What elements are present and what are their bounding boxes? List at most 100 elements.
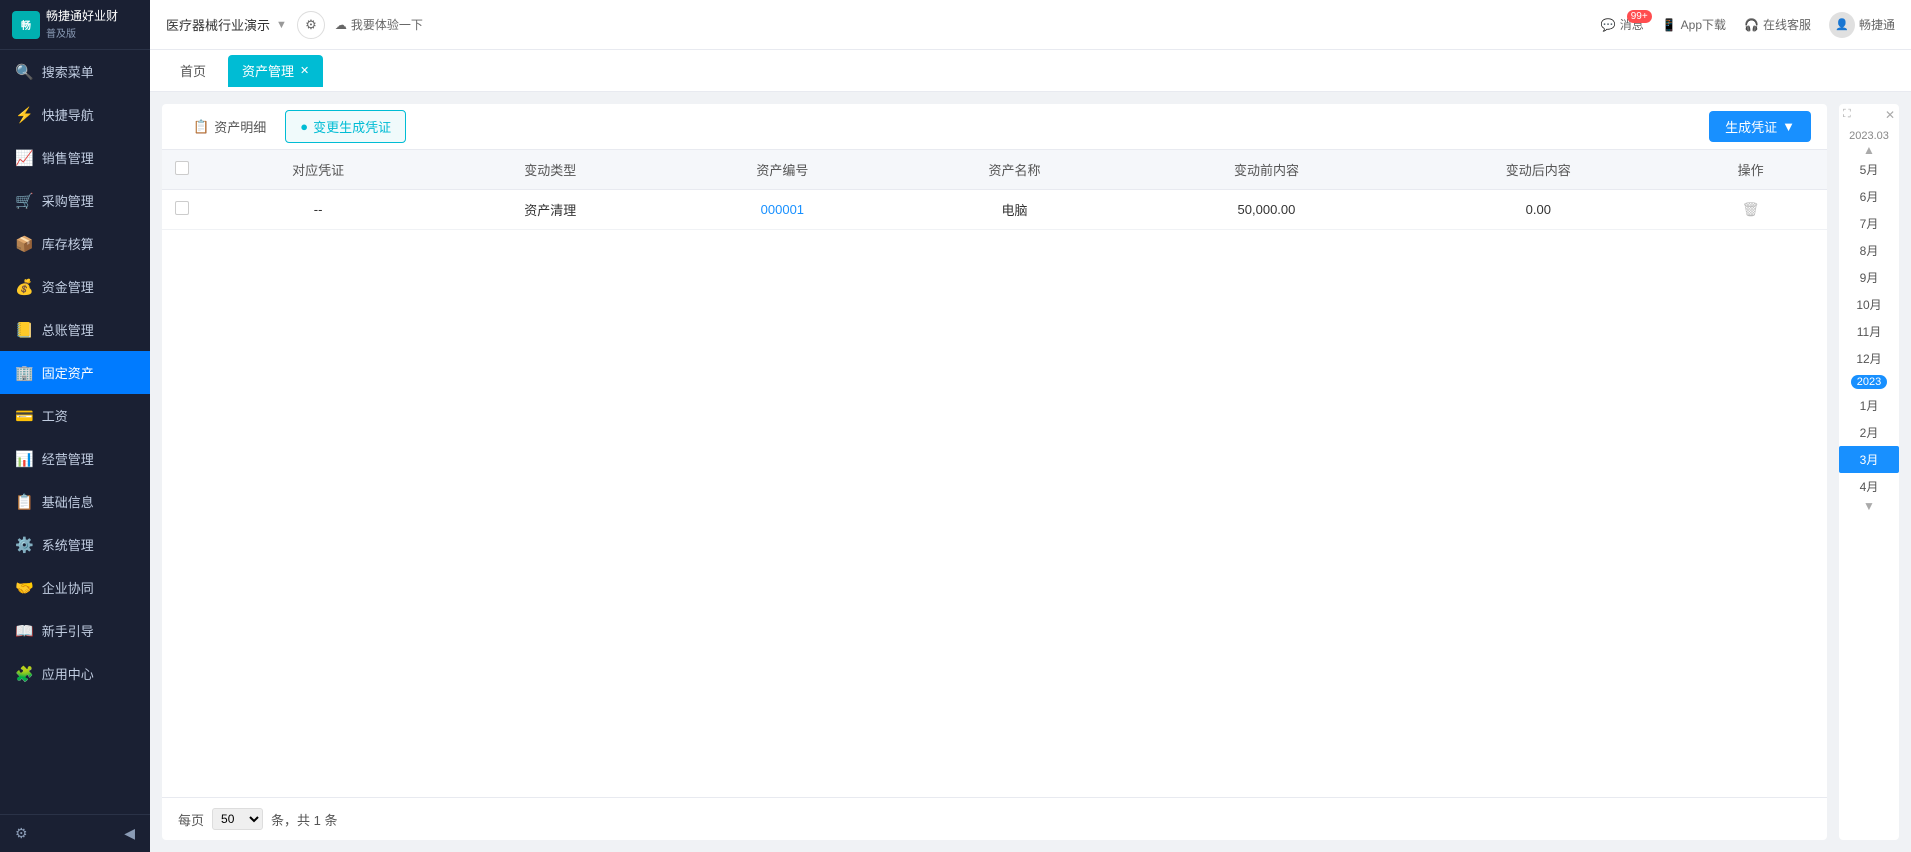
sidebar-item-basic-info[interactable]: 📋 基础信息: [0, 480, 150, 523]
row-change-type: 资产清理: [434, 190, 666, 230]
gear-icon: ⚙: [305, 17, 317, 33]
headset-icon: 🎧: [1744, 18, 1759, 32]
sidebar-logo: 畅 畅捷通好业财 普及版: [0, 0, 150, 50]
settings-bottom-icon[interactable]: ⚙: [15, 825, 28, 842]
row-checkbox[interactable]: [175, 201, 189, 215]
funds-icon: 💰: [15, 278, 34, 296]
tab-asset-management[interactable]: 资产管理 ✕: [228, 55, 323, 87]
sidebar-item-salary[interactable]: 💳 工资: [0, 394, 150, 437]
company-name: 医疗器械行业演示: [166, 15, 270, 34]
fixed-assets-icon: 🏢: [15, 364, 34, 382]
app-download-button[interactable]: 📱 App下载: [1662, 16, 1726, 33]
total-count: 条，共 1 条: [271, 810, 337, 829]
th-action: 操作: [1674, 150, 1827, 190]
per-page-label: 每页: [178, 810, 204, 829]
calendar-month-10[interactable]: 10月: [1839, 291, 1899, 318]
calendar-month-11[interactable]: 11月: [1839, 318, 1899, 345]
guide-icon: 📖: [15, 622, 34, 640]
purchase-icon: 🛒: [15, 192, 34, 210]
panel-close-button[interactable]: ✕: [1885, 108, 1895, 122]
delete-button[interactable]: 🗑: [1742, 201, 1760, 217]
tab-close-icon[interactable]: ✕: [300, 64, 309, 77]
th-voucher: 对应凭证: [202, 150, 434, 190]
sidebar-item-operations[interactable]: 📊 经营管理: [0, 437, 150, 480]
asset-list-icon: 📋: [193, 119, 209, 135]
row-asset-code[interactable]: 000001: [666, 190, 898, 230]
th-select: [162, 150, 202, 190]
main-area: 医疗器械行业演示 ▼ ⚙ ☁ 我要体验一下 💬 消息 99+ 📱 App下载 🎧…: [150, 0, 1911, 852]
sales-icon: 📈: [15, 149, 34, 167]
online-service-button[interactable]: 🎧 在线客服: [1744, 16, 1811, 33]
inventory-icon: 📦: [15, 235, 34, 253]
year-badge[interactable]: 2023: [1851, 375, 1887, 389]
asset-table: 对应凭证 变动类型 资产编号 资产名称 变动前内容 变动后内容 操作: [162, 150, 1827, 230]
generate-voucher-button[interactable]: 生成凭证 ▼: [1709, 111, 1811, 142]
topbar-actions: 💬 消息 99+ 📱 App下载 🎧 在线客服 👤 畅捷通: [1601, 12, 1895, 38]
sidebar-item-collaboration[interactable]: 🤝 企业协同: [0, 566, 150, 609]
calendar-panel: ✕ ⛶ 2023.03 ▲ 5月 6月 7月 8月 9月 10月 11月 12月…: [1839, 104, 1899, 840]
th-asset-name: 资产名称: [898, 150, 1130, 190]
row-action: 🗑: [1674, 190, 1827, 230]
logo-icon: 畅: [12, 11, 40, 39]
calendar-prev[interactable]: ▲: [1863, 144, 1875, 156]
subtab-asset-list[interactable]: 📋 资产明细: [178, 110, 281, 143]
sidebar-item-guide[interactable]: 📖 新手引导: [0, 609, 150, 652]
th-change-type: 变动类型: [434, 150, 666, 190]
topbar: 医疗器械行业演示 ▼ ⚙ ☁ 我要体验一下 💬 消息 99+ 📱 App下载 🎧…: [150, 0, 1911, 50]
calendar-month-9[interactable]: 9月: [1839, 264, 1899, 291]
calendar-month-3[interactable]: 3月: [1839, 446, 1899, 473]
collapse-icon[interactable]: ◀: [124, 825, 135, 842]
calendar-month-7[interactable]: 7月: [1839, 210, 1899, 237]
sidebar-item-quick-nav[interactable]: ⚡ 快捷导航: [0, 93, 150, 136]
sidebar-item-purchase[interactable]: 🛒 采购管理: [0, 179, 150, 222]
sidebar-bottom: ⚙ ◀: [0, 814, 150, 852]
operations-icon: 📊: [15, 450, 34, 468]
select-all-checkbox[interactable]: [175, 161, 189, 175]
online-service-label: 在线客服: [1763, 16, 1811, 33]
company-selector[interactable]: 医疗器械行业演示 ▼: [166, 15, 287, 34]
main-card: 📋 资产明细 ● 变更生成凭证 生成凭证 ▼: [162, 104, 1827, 840]
chevron-down-icon: ▼: [276, 19, 287, 31]
logo-subtitle: 普及版: [46, 25, 118, 40]
sidebar-item-inventory[interactable]: 📦 库存核算: [0, 222, 150, 265]
panel-expand-button[interactable]: ⛶: [1843, 108, 1851, 121]
calendar-next[interactable]: ▼: [1863, 500, 1875, 512]
username: 畅捷通: [1859, 16, 1895, 33]
settings-button[interactable]: ⚙: [297, 11, 325, 39]
basic-info-icon: 📋: [15, 493, 34, 511]
tab-bar: 首页 资产管理 ✕: [150, 50, 1911, 92]
th-before: 变动前内容: [1131, 150, 1403, 190]
per-page-select[interactable]: 50 10 20 100: [212, 808, 263, 830]
message-button[interactable]: 💬 消息 99+: [1601, 16, 1644, 33]
feedback-button[interactable]: ☁ 我要体验一下: [335, 16, 423, 33]
calendar-month-5[interactable]: 5月: [1839, 156, 1899, 183]
calendar-month-2[interactable]: 2月: [1839, 419, 1899, 446]
collaboration-icon: 🤝: [15, 579, 34, 597]
sidebar-item-system[interactable]: ⚙️ 系统管理: [0, 523, 150, 566]
user-info[interactable]: 👤 畅捷通: [1829, 12, 1895, 38]
app-center-icon: 🧩: [15, 665, 34, 683]
calendar-month-8[interactable]: 8月: [1839, 237, 1899, 264]
subtabs-bar: 📋 资产明细 ● 变更生成凭证 生成凭证 ▼: [162, 104, 1827, 150]
app-download-label: App下载: [1681, 16, 1726, 33]
sidebar-item-fixed-assets[interactable]: 🏢 固定资产: [0, 351, 150, 394]
sidebar-item-app-center[interactable]: 🧩 应用中心: [0, 652, 150, 695]
calendar-month-6[interactable]: 6月: [1839, 183, 1899, 210]
chevron-down-icon: ▼: [1782, 119, 1795, 134]
sidebar-item-funds[interactable]: 💰 资金管理: [0, 265, 150, 308]
calendar-month-12[interactable]: 12月: [1839, 345, 1899, 372]
salary-icon: 💳: [15, 407, 34, 425]
calendar-month-1[interactable]: 1月: [1839, 392, 1899, 419]
sidebar-item-sales[interactable]: 📈 销售管理: [0, 136, 150, 179]
row-after: 0.00: [1402, 190, 1674, 230]
sidebar-item-search[interactable]: 🔍 搜索菜单: [0, 50, 150, 93]
system-icon: ⚙️: [15, 536, 34, 554]
calendar-header: 2023.03: [1849, 130, 1889, 142]
message-icon: 💬: [1601, 18, 1616, 32]
sidebar-item-ledger[interactable]: 📒 总账管理: [0, 308, 150, 351]
tab-home[interactable]: 首页: [166, 55, 220, 87]
avatar: 👤: [1829, 12, 1855, 38]
logo-title: 畅捷通好业财: [46, 9, 118, 25]
calendar-month-4[interactable]: 4月: [1839, 473, 1899, 500]
subtab-change-voucher[interactable]: ● 变更生成凭证: [285, 110, 406, 143]
